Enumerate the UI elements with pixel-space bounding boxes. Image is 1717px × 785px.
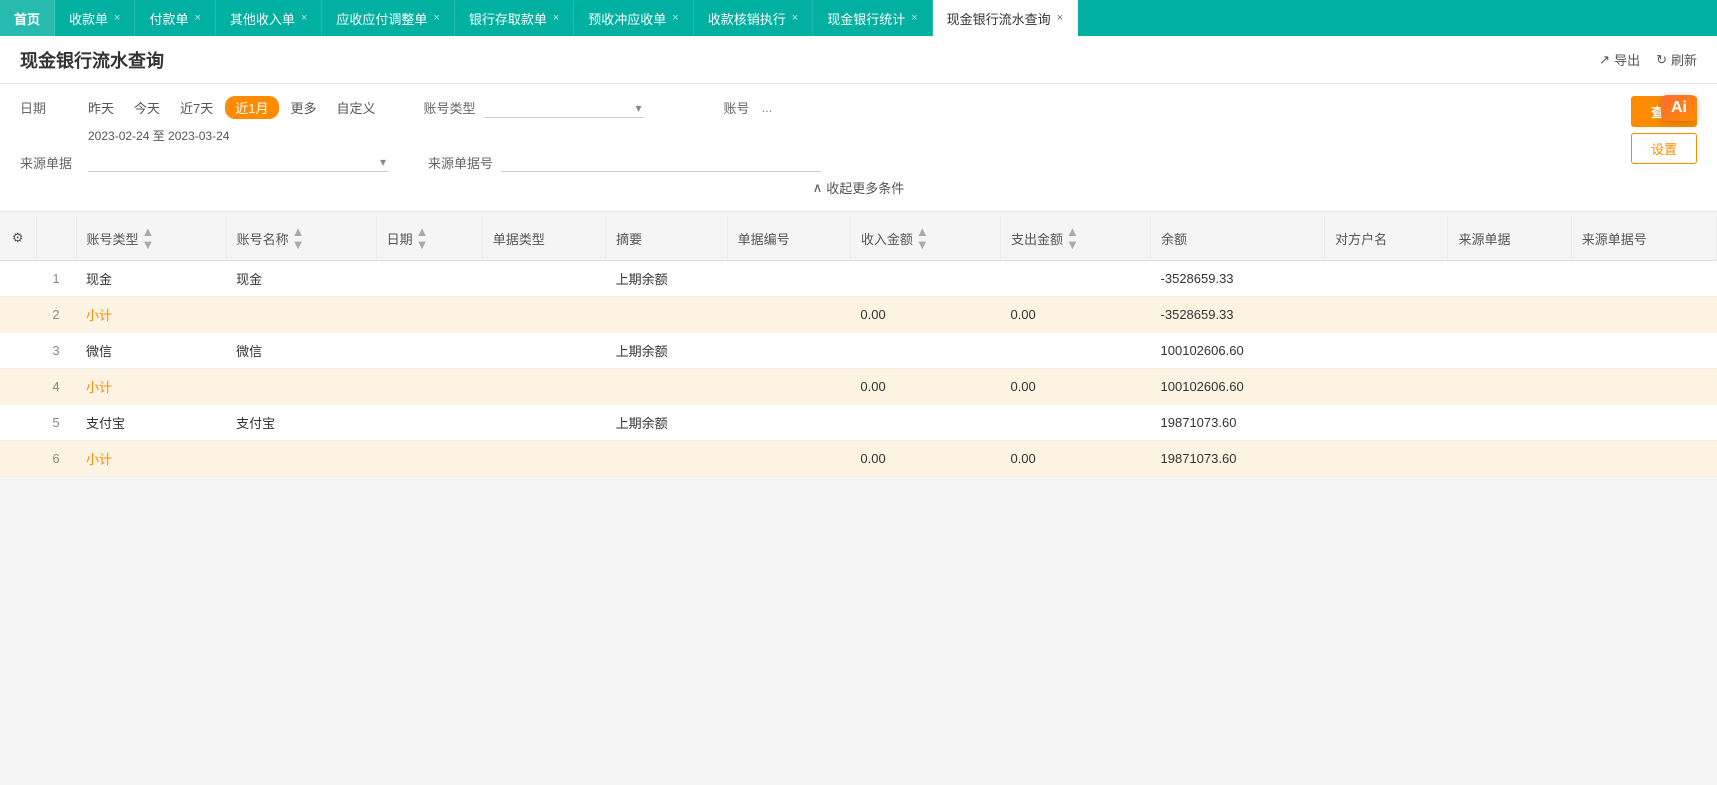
nav-fukuandan[interactable]: 付款单 ×	[135, 0, 215, 36]
page-header: 现金银行流水查询 ↗ 导出 ↻ 刷新	[0, 36, 1717, 84]
gear-icon: ⚙	[12, 230, 24, 245]
th-source-doc[interactable]: 来源单据	[1448, 216, 1571, 261]
source-doc-no-label: 来源单据号	[428, 153, 493, 172]
table-row[interactable]: 3微信微信上期余额100102606.60	[0, 333, 1717, 369]
th-expense[interactable]: 支出金额 ▲▼	[1000, 216, 1150, 261]
header-actions: ↗ 导出 ↻ 刷新	[1599, 50, 1697, 69]
table-area: ⚙ 账号类型 ▲▼ 账号名称 ▲▼ 日期	[0, 216, 1717, 477]
date-label: 日期	[20, 98, 80, 117]
source-doc-select[interactable]	[88, 152, 388, 172]
export-button[interactable]: ↗ 导出	[1599, 50, 1640, 69]
source-doc-no-input[interactable]	[501, 152, 821, 172]
nav-yushouchong[interactable]: 预收冲应收单 ×	[574, 0, 693, 36]
th-summary[interactable]: 摘要	[606, 216, 728, 261]
close-icon[interactable]: ×	[194, 12, 200, 24]
date-custom[interactable]: 自定义	[329, 96, 384, 119]
nav-yinhangcunqu[interactable]: 银行存取款单 ×	[455, 0, 574, 36]
collapse-bar[interactable]: ∧ 收起更多条件	[20, 172, 1697, 199]
date-more[interactable]: 更多	[283, 96, 325, 119]
account-type-group: 账号类型 ▾	[424, 98, 644, 118]
source-doc-group: 来源单据 ▾	[20, 152, 388, 172]
source-doc-select-wrapper: ▾	[88, 152, 388, 172]
th-doc-type[interactable]: 单据类型	[482, 216, 605, 261]
refresh-icon: ↻	[1656, 52, 1667, 68]
nav-yingshouyingfu[interactable]: 应收应付调整单 ×	[322, 0, 454, 36]
close-icon[interactable]: ×	[1057, 12, 1063, 24]
close-icon[interactable]: ×	[114, 12, 120, 24]
date-7days[interactable]: 近7天	[172, 96, 221, 119]
th-balance[interactable]: 余额	[1151, 216, 1325, 261]
settings-button[interactable]: 设置	[1631, 133, 1697, 164]
ai-badge[interactable]: Ai	[1661, 95, 1697, 121]
close-icon[interactable]: ×	[433, 12, 439, 24]
account-type-label: 账号类型	[424, 98, 476, 117]
table-row[interactable]: 6小计0.000.0019871073.60	[0, 441, 1717, 477]
source-doc-label: 来源单据	[20, 153, 80, 172]
th-date[interactable]: 日期 ▲▼	[376, 216, 482, 261]
th-index	[36, 216, 76, 261]
cell-account-type: 小计	[76, 369, 226, 405]
filter-row-2: 来源单据 ▾ 来源单据号	[20, 152, 1631, 172]
data-table: ⚙ 账号类型 ▲▼ 账号名称 ▲▼ 日期	[0, 216, 1717, 477]
table-row[interactable]: 2小计0.000.00-3528659.33	[0, 297, 1717, 333]
cell-account-type: 小计	[76, 297, 226, 333]
account-dots[interactable]: ...	[762, 100, 773, 115]
account-group: 账号 ...	[724, 98, 773, 117]
th-income[interactable]: 收入金额 ▲▼	[850, 216, 1000, 261]
table-body: 1现金现金上期余额-3528659.332小计0.000.00-3528659.…	[0, 261, 1717, 477]
page-title: 现金银行流水查询	[20, 47, 164, 73]
close-icon[interactable]: ×	[792, 12, 798, 24]
nav-home[interactable]: 首页	[0, 0, 55, 36]
cell-account-type[interactable]: 现金	[76, 261, 226, 297]
filter-area: 日期 昨天 今天 近7天 近1月 更多 自定义 账号类型 ▾	[0, 84, 1717, 212]
date-options: 昨天 今天 近7天 近1月 更多 自定义	[80, 96, 384, 119]
close-icon[interactable]: ×	[672, 12, 678, 24]
sort-icon: ▲▼	[1066, 225, 1079, 251]
table-row[interactable]: 5支付宝支付宝上期余额19871073.60	[0, 405, 1717, 441]
th-gear[interactable]: ⚙	[0, 216, 36, 261]
collapse-icon: ∧	[813, 180, 823, 196]
nav-xianjinyinhangtongji[interactable]: 现金银行统计 ×	[813, 0, 932, 36]
source-doc-no-group: 来源单据号	[428, 152, 821, 172]
account-type-select-wrapper: ▾	[484, 98, 644, 118]
th-account-name[interactable]: 账号名称 ▲▼	[226, 216, 376, 261]
cell-account-type[interactable]: 微信	[76, 333, 226, 369]
sort-icon: ▲▼	[292, 225, 305, 251]
account-label: 账号	[724, 98, 750, 117]
date-today[interactable]: 今天	[126, 96, 168, 119]
sort-icon: ▲▼	[416, 225, 429, 251]
table-row[interactable]: 4小计0.000.00100102606.60	[0, 369, 1717, 405]
close-icon[interactable]: ×	[911, 12, 917, 24]
account-type-select[interactable]	[484, 98, 644, 118]
cell-account-type[interactable]: 支付宝	[76, 405, 226, 441]
nav-xianjinyinhang-active[interactable]: 现金银行流水查询 ×	[933, 0, 1078, 36]
top-nav: 首页 收款单 × 付款单 × 其他收入单 × 应收应付调整单 × 银行存取款单 …	[0, 0, 1717, 36]
nav-qitashouru[interactable]: 其他收入单 ×	[216, 0, 322, 36]
collapse-label: 收起更多条件	[826, 178, 904, 197]
nav-shoukuanhexiao[interactable]: 收款核销执行 ×	[694, 0, 813, 36]
th-doc-no[interactable]: 单据编号	[727, 216, 850, 261]
sort-icon: ▲▼	[142, 225, 155, 251]
export-icon: ↗	[1599, 52, 1610, 68]
filter-row-1: 日期 昨天 今天 近7天 近1月 更多 自定义 账号类型 ▾	[20, 96, 1631, 119]
date-range-display: 2023-02-24 至 2023-03-24	[88, 129, 229, 143]
cell-account-type: 小计	[76, 441, 226, 477]
date-1month[interactable]: 近1月	[225, 96, 278, 119]
close-icon[interactable]: ×	[301, 12, 307, 24]
refresh-button[interactable]: ↻ 刷新	[1656, 50, 1697, 69]
sort-icon: ▲▼	[916, 225, 929, 251]
th-account-type[interactable]: 账号类型 ▲▼	[76, 216, 226, 261]
date-yesterday[interactable]: 昨天	[80, 96, 122, 119]
close-icon[interactable]: ×	[553, 12, 559, 24]
table-header-row: ⚙ 账号类型 ▲▼ 账号名称 ▲▼ 日期	[0, 216, 1717, 261]
nav-shoukuandan[interactable]: 收款单 ×	[55, 0, 135, 36]
table-row[interactable]: 1现金现金上期余额-3528659.33	[0, 261, 1717, 297]
th-source-doc-no[interactable]: 来源单据号	[1571, 216, 1716, 261]
th-counterpart[interactable]: 对方户名	[1325, 216, 1448, 261]
